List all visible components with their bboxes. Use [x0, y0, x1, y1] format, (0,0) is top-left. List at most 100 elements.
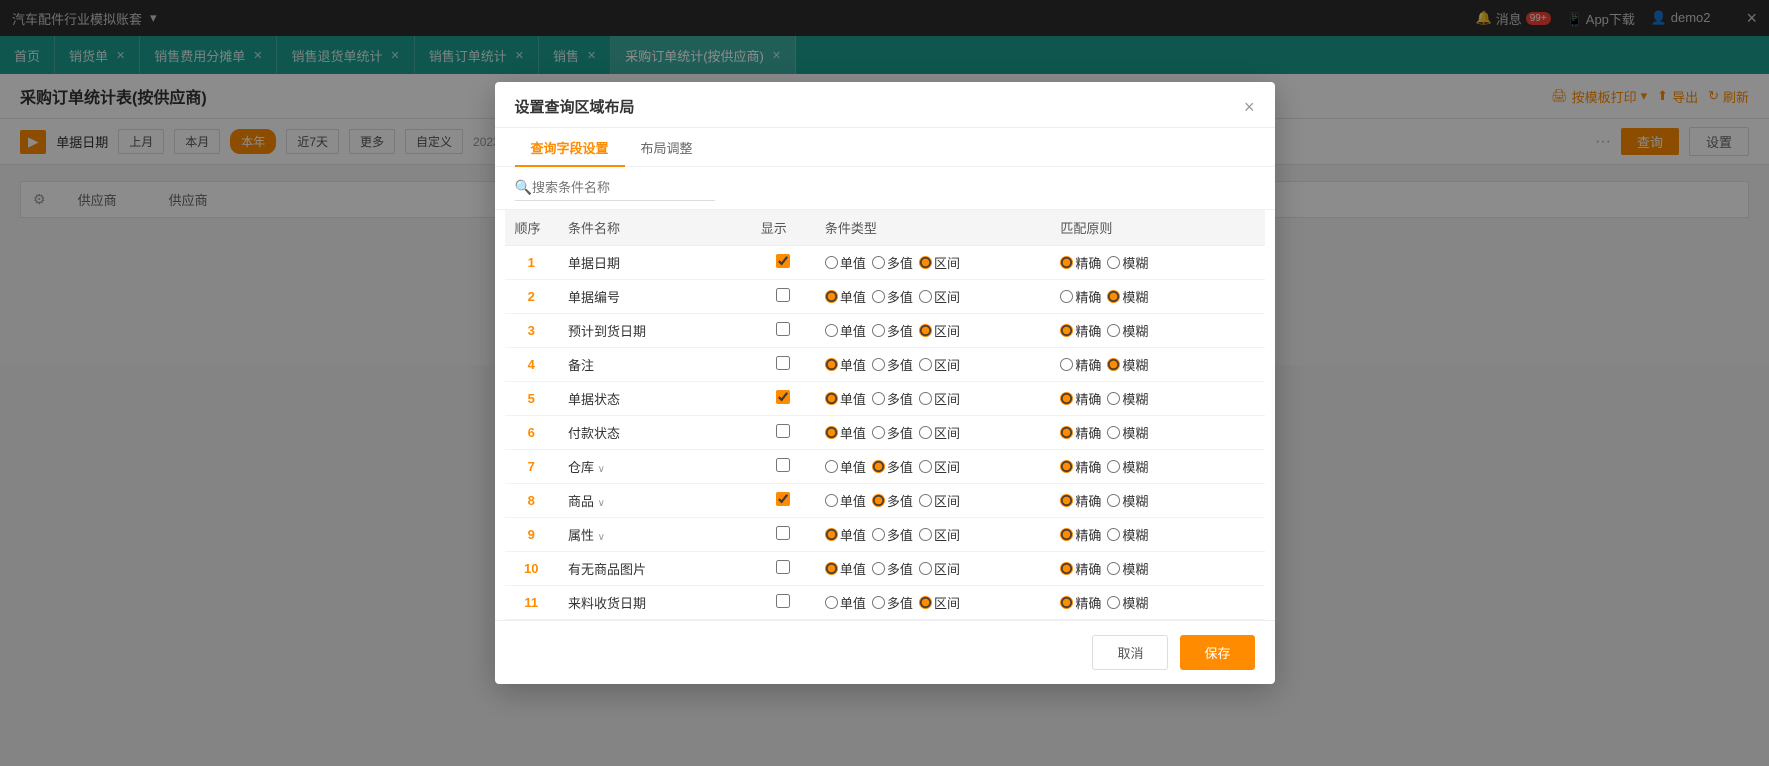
show-checkbox-2[interactable] — [776, 322, 790, 336]
type-radio-multi-3[interactable] — [872, 358, 885, 371]
match-radio-fuzzy-4[interactable] — [1107, 392, 1120, 405]
row-show-0[interactable] — [751, 246, 815, 280]
type-radio-single-1[interactable] — [825, 290, 838, 303]
type-radio-single-3[interactable] — [825, 358, 838, 371]
type-radio-single-10[interactable] — [825, 596, 838, 609]
type-radio-single-6[interactable] — [825, 460, 838, 473]
row-show-3[interactable] — [751, 348, 815, 382]
type-radio-multi-0[interactable] — [872, 256, 885, 269]
type-radio-range-7[interactable] — [919, 494, 932, 507]
match-radio-exact-2[interactable] — [1060, 324, 1073, 337]
modal-close-btn[interactable]: × — [1244, 98, 1255, 116]
save-btn[interactable]: 保存 — [1180, 635, 1254, 670]
row-show-8[interactable] — [751, 518, 815, 552]
row-name-1: 单据编号 — [558, 280, 751, 314]
type-radio-range-2[interactable] — [919, 324, 932, 337]
row-show-7[interactable] — [751, 484, 815, 518]
row-show-9[interactable] — [751, 552, 815, 586]
row-match-5: 精确模糊 — [1050, 416, 1264, 450]
match-radio-exact-10[interactable] — [1060, 596, 1073, 609]
type-radio-range-9[interactable] — [919, 562, 932, 575]
type-radio-range-8[interactable] — [919, 528, 932, 541]
table-row: 10有无商品图片单值多值区间精确模糊 — [505, 552, 1265, 586]
row-show-5[interactable] — [751, 416, 815, 450]
type-radio-range-10[interactable] — [919, 596, 932, 609]
row-show-4[interactable] — [751, 382, 815, 416]
show-checkbox-4[interactable] — [776, 390, 790, 404]
type-radio-single-7[interactable] — [825, 494, 838, 507]
row-type-4: 单值多值区间 — [815, 382, 1050, 416]
match-radio-exact-6[interactable] — [1060, 460, 1073, 473]
match-radio-fuzzy-3[interactable] — [1107, 358, 1120, 371]
th-match: 匹配原则 — [1050, 210, 1264, 246]
match-radio-exact-0[interactable] — [1060, 256, 1073, 269]
type-radio-multi-1[interactable] — [872, 290, 885, 303]
type-radio-range-4[interactable] — [919, 392, 932, 405]
row-match-6: 精确模糊 — [1050, 450, 1264, 484]
match-radio-fuzzy-0[interactable] — [1107, 256, 1120, 269]
type-radio-multi-7[interactable] — [872, 494, 885, 507]
row-order-2: 3 — [505, 314, 559, 348]
type-radio-single-5[interactable] — [825, 426, 838, 439]
show-checkbox-3[interactable] — [776, 356, 790, 370]
show-checkbox-1[interactable] — [776, 288, 790, 302]
row-show-6[interactable] — [751, 450, 815, 484]
match-radio-exact-4[interactable] — [1060, 392, 1073, 405]
row-show-2[interactable] — [751, 314, 815, 348]
row-type-0: 单值多值区间 — [815, 246, 1050, 280]
show-checkbox-7[interactable] — [776, 492, 790, 506]
row-order-0: 1 — [505, 246, 559, 280]
match-radio-exact-3[interactable] — [1060, 358, 1073, 371]
match-radio-fuzzy-8[interactable] — [1107, 528, 1120, 541]
match-radio-fuzzy-5[interactable] — [1107, 426, 1120, 439]
match-radio-exact-8[interactable] — [1060, 528, 1073, 541]
type-radio-multi-5[interactable] — [872, 426, 885, 439]
type-radio-multi-2[interactable] — [872, 324, 885, 337]
type-radio-single-2[interactable] — [825, 324, 838, 337]
type-radio-single-0[interactable] — [825, 256, 838, 269]
table-row: 4备注单值多值区间精确模糊 — [505, 348, 1265, 382]
show-checkbox-10[interactable] — [776, 594, 790, 608]
match-radio-fuzzy-6[interactable] — [1107, 460, 1120, 473]
type-radio-range-3[interactable] — [919, 358, 932, 371]
type-radio-range-1[interactable] — [919, 290, 932, 303]
row-show-1[interactable] — [751, 280, 815, 314]
show-checkbox-8[interactable] — [776, 526, 790, 540]
tab-field-settings[interactable]: 查询字段设置 — [515, 128, 625, 167]
tab-layout-adjust[interactable]: 布局调整 — [625, 128, 709, 167]
show-checkbox-6[interactable] — [776, 458, 790, 472]
type-radio-range-5[interactable] — [919, 426, 932, 439]
match-radio-fuzzy-7[interactable] — [1107, 494, 1120, 507]
table-row: 5单据状态单值多值区间精确模糊 — [505, 382, 1265, 416]
match-radio-exact-5[interactable] — [1060, 426, 1073, 439]
row-show-10[interactable] — [751, 586, 815, 620]
match-radio-exact-1[interactable] — [1060, 290, 1073, 303]
type-radio-range-0[interactable] — [919, 256, 932, 269]
type-radio-multi-9[interactable] — [872, 562, 885, 575]
match-radio-exact-9[interactable] — [1060, 562, 1073, 575]
type-radio-multi-10[interactable] — [872, 596, 885, 609]
table-row: 3预计到货日期单值多值区间精确模糊 — [505, 314, 1265, 348]
type-radio-single-8[interactable] — [825, 528, 838, 541]
type-radio-single-4[interactable] — [825, 392, 838, 405]
match-radio-exact-7[interactable] — [1060, 494, 1073, 507]
type-radio-multi-6[interactable] — [872, 460, 885, 473]
row-order-4: 5 — [505, 382, 559, 416]
type-radio-multi-4[interactable] — [872, 392, 885, 405]
match-radio-fuzzy-2[interactable] — [1107, 324, 1120, 337]
show-checkbox-0[interactable] — [776, 254, 790, 268]
row-match-7: 精确模糊 — [1050, 484, 1264, 518]
show-checkbox-9[interactable] — [776, 560, 790, 574]
type-radio-multi-8[interactable] — [872, 528, 885, 541]
type-radio-range-6[interactable] — [919, 460, 932, 473]
match-radio-fuzzy-1[interactable] — [1107, 290, 1120, 303]
table-row: 7仓库 ∨单值多值区间精确模糊 — [505, 450, 1265, 484]
match-radio-fuzzy-10[interactable] — [1107, 596, 1120, 609]
search-input[interactable] — [532, 180, 715, 195]
type-radio-single-9[interactable] — [825, 562, 838, 575]
show-checkbox-5[interactable] — [776, 424, 790, 438]
row-match-0: 精确模糊 — [1050, 246, 1264, 280]
row-type-5: 单值多值区间 — [815, 416, 1050, 450]
match-radio-fuzzy-9[interactable] — [1107, 562, 1120, 575]
cancel-btn[interactable]: 取消 — [1092, 635, 1168, 670]
